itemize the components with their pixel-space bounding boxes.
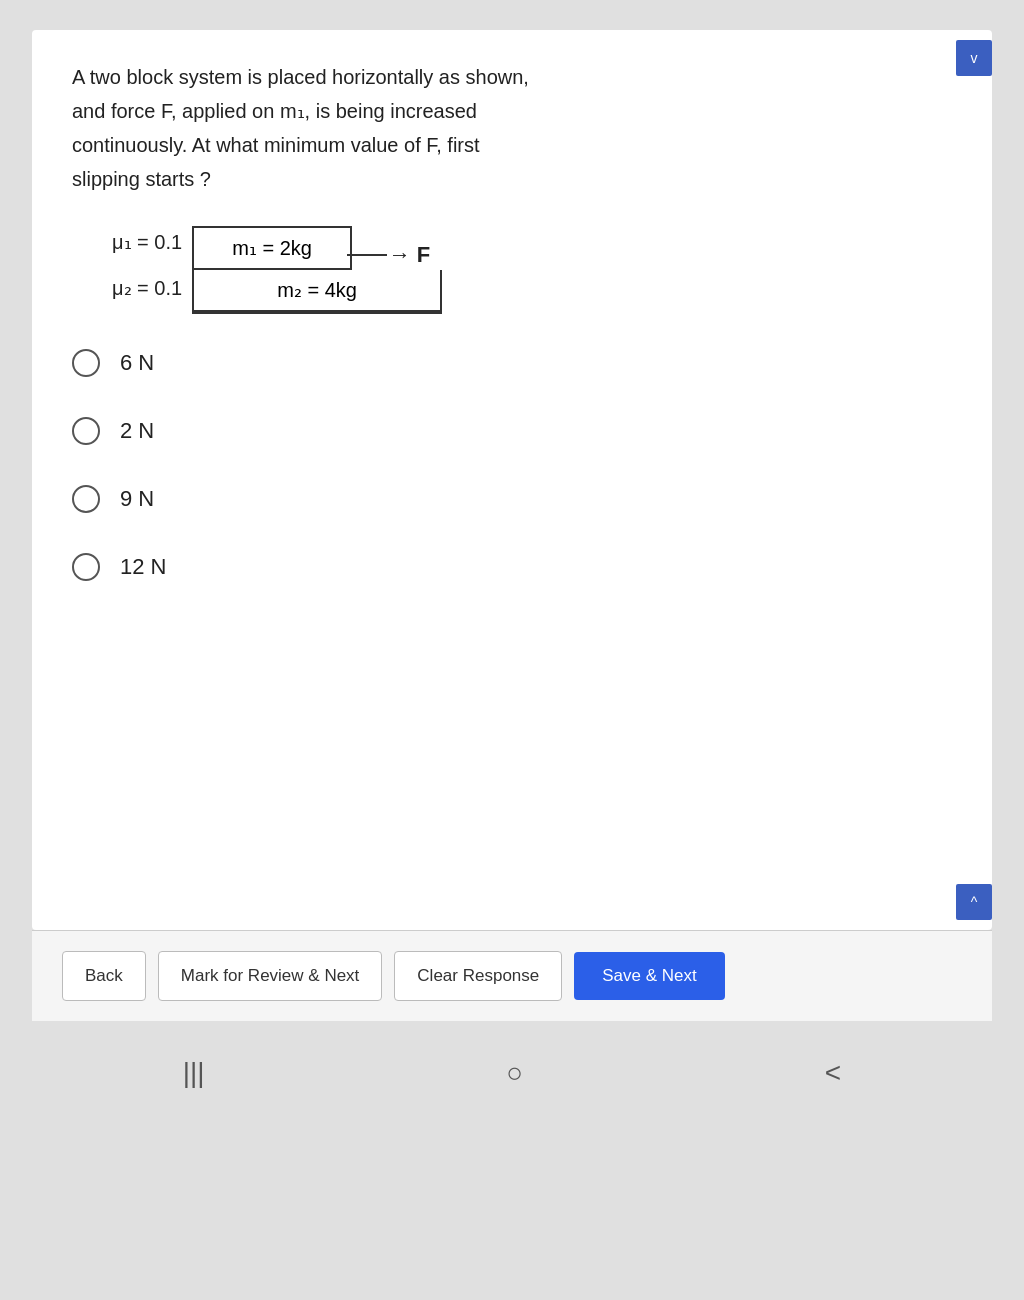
- radio-12n[interactable]: [72, 553, 100, 581]
- option-12n-label: 12 N: [120, 554, 166, 580]
- navigation-bar: ||| ○ <: [32, 1041, 992, 1105]
- option-12n[interactable]: 12 N: [72, 553, 952, 581]
- option-6n[interactable]: 6 N: [72, 349, 952, 377]
- option-2n-label: 2 N: [120, 418, 154, 444]
- ground-line: [192, 312, 442, 314]
- save-next-button[interactable]: Save & Next: [574, 952, 725, 1000]
- option-9n-label: 9 N: [120, 486, 154, 512]
- radio-6n[interactable]: [72, 349, 100, 377]
- mu2-label: μ₂ = 0.1: [112, 276, 182, 300]
- block-top: m₁ = 2kg → F: [192, 226, 352, 270]
- mark-review-button[interactable]: Mark for Review & Next: [158, 951, 383, 1001]
- physics-diagram: μ₁ = 0.1 μ₂ = 0.1 m₁ = 2kg → F m₂: [112, 226, 952, 314]
- option-2n[interactable]: 2 N: [72, 417, 952, 445]
- circle-icon[interactable]: ○: [506, 1057, 523, 1089]
- force-arrow: → F: [347, 242, 430, 268]
- clear-response-button[interactable]: Clear Response: [394, 951, 562, 1001]
- bottom-toolbar: Back Mark for Review & Next Clear Respon…: [32, 930, 992, 1021]
- radio-9n[interactable]: [72, 485, 100, 513]
- option-6n-label: 6 N: [120, 350, 154, 376]
- question-card: v A two block system is placed horizonta…: [32, 30, 992, 930]
- mu-labels: μ₁ = 0.1 μ₂ = 0.1: [112, 226, 182, 300]
- block-bottom: m₂ = 4kg: [192, 270, 442, 312]
- back-icon[interactable]: <: [825, 1057, 841, 1089]
- home-icon[interactable]: |||: [183, 1057, 205, 1089]
- radio-2n[interactable]: [72, 417, 100, 445]
- option-9n[interactable]: 9 N: [72, 485, 952, 513]
- question-text: A two block system is placed horizontall…: [72, 60, 952, 196]
- scroll-down-button[interactable]: v: [956, 40, 992, 76]
- back-button[interactable]: Back: [62, 951, 146, 1001]
- scroll-up-button[interactable]: ^: [956, 884, 992, 920]
- blocks-area: m₁ = 2kg → F m₂ = 4kg: [192, 226, 442, 314]
- mu1-label: μ₁ = 0.1: [112, 230, 182, 254]
- options-list: 6 N 2 N 9 N 12 N: [72, 349, 952, 581]
